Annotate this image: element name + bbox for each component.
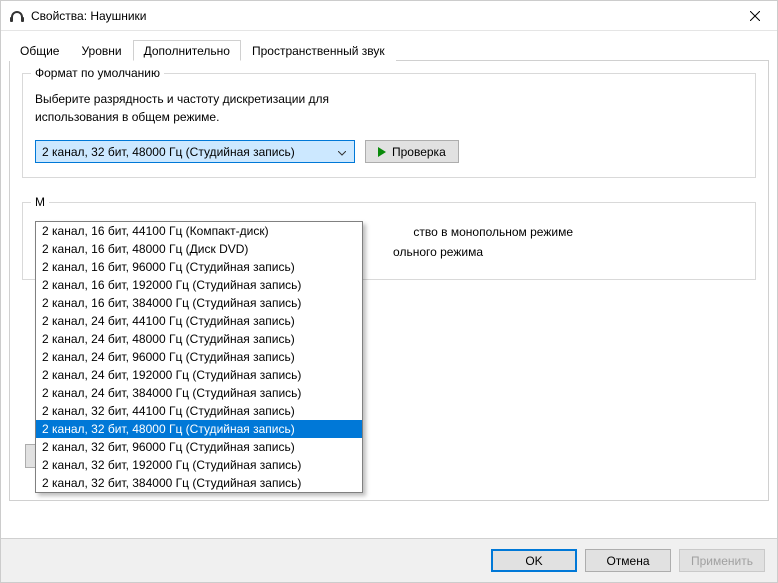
properties-window: Свойства: Наушники Общие Уровни Дополнит…: [0, 0, 778, 583]
format-option[interactable]: 2 канал, 24 бит, 48000 Гц (Студийная зап…: [36, 330, 362, 348]
headphones-icon: [9, 8, 25, 24]
dialog-footer: OK Отмена Применить: [1, 538, 777, 582]
content-area: Общие Уровни Дополнительно Пространствен…: [1, 31, 777, 538]
cancel-button[interactable]: Отмена: [585, 549, 671, 572]
format-option[interactable]: 2 канал, 32 бит, 44100 Гц (Студийная зап…: [36, 402, 362, 420]
window-title: Свойства: Наушники: [31, 9, 732, 23]
ok-button[interactable]: OK: [491, 549, 577, 572]
format-option[interactable]: 2 канал, 32 бит, 96000 Гц (Студийная зап…: [36, 438, 362, 456]
tab-levels[interactable]: Уровни: [70, 41, 132, 62]
format-option[interactable]: 2 канал, 32 бит, 48000 Гц (Студийная зап…: [36, 420, 362, 438]
group-title: Формат по умолчанию: [31, 66, 164, 80]
format-option[interactable]: 2 канал, 16 бит, 44100 Гц (Компакт-диск): [36, 222, 362, 240]
format-description: Выберите разрядность и частоту дискретиз…: [35, 90, 743, 126]
titlebar: Свойства: Наушники: [1, 1, 777, 31]
format-option[interactable]: 2 канал, 24 бит, 44100 Гц (Студийная зап…: [36, 312, 362, 330]
format-option[interactable]: 2 канал, 16 бит, 48000 Гц (Диск DVD): [36, 240, 362, 258]
exclusive-group-title-fragment: М: [31, 195, 49, 209]
format-option[interactable]: 2 канал, 32 бит, 384000 Гц (Студийная за…: [36, 474, 362, 492]
combo-value: 2 канал, 32 бит, 48000 Гц (Студийная зап…: [42, 145, 334, 159]
play-icon: [378, 147, 386, 157]
format-option[interactable]: 2 канал, 32 бит, 192000 Гц (Студийная за…: [36, 456, 362, 474]
format-option[interactable]: 2 канал, 16 бит, 192000 Гц (Студийная за…: [36, 276, 362, 294]
default-format-group: Формат по умолчанию Выберите разрядность…: [22, 73, 756, 178]
test-button[interactable]: Проверка: [365, 140, 459, 163]
chevron-down-icon: [334, 145, 350, 159]
tab-spatial[interactable]: Пространственный звук: [241, 41, 396, 62]
tab-advanced[interactable]: Дополнительно: [133, 40, 241, 61]
format-option[interactable]: 2 канал, 24 бит, 384000 Гц (Студийная за…: [36, 384, 362, 402]
close-icon: [750, 11, 760, 21]
close-button[interactable]: [732, 1, 777, 30]
format-combobox[interactable]: 2 канал, 32 бит, 48000 Гц (Студийная зап…: [35, 140, 355, 163]
tab-strip: Общие Уровни Дополнительно Пространствен…: [9, 39, 769, 61]
tab-general[interactable]: Общие: [9, 41, 70, 62]
format-option[interactable]: 2 канал, 24 бит, 192000 Гц (Студийная за…: [36, 366, 362, 384]
format-option[interactable]: 2 канал, 16 бит, 96000 Гц (Студийная зап…: [36, 258, 362, 276]
format-dropdown-list[interactable]: 2 канал, 16 бит, 44100 Гц (Компакт-диск)…: [35, 221, 363, 493]
format-option[interactable]: 2 канал, 16 бит, 384000 Гц (Студийная за…: [36, 294, 362, 312]
apply-button[interactable]: Применить: [679, 549, 765, 572]
format-option[interactable]: 2 канал, 24 бит, 96000 Гц (Студийная зап…: [36, 348, 362, 366]
